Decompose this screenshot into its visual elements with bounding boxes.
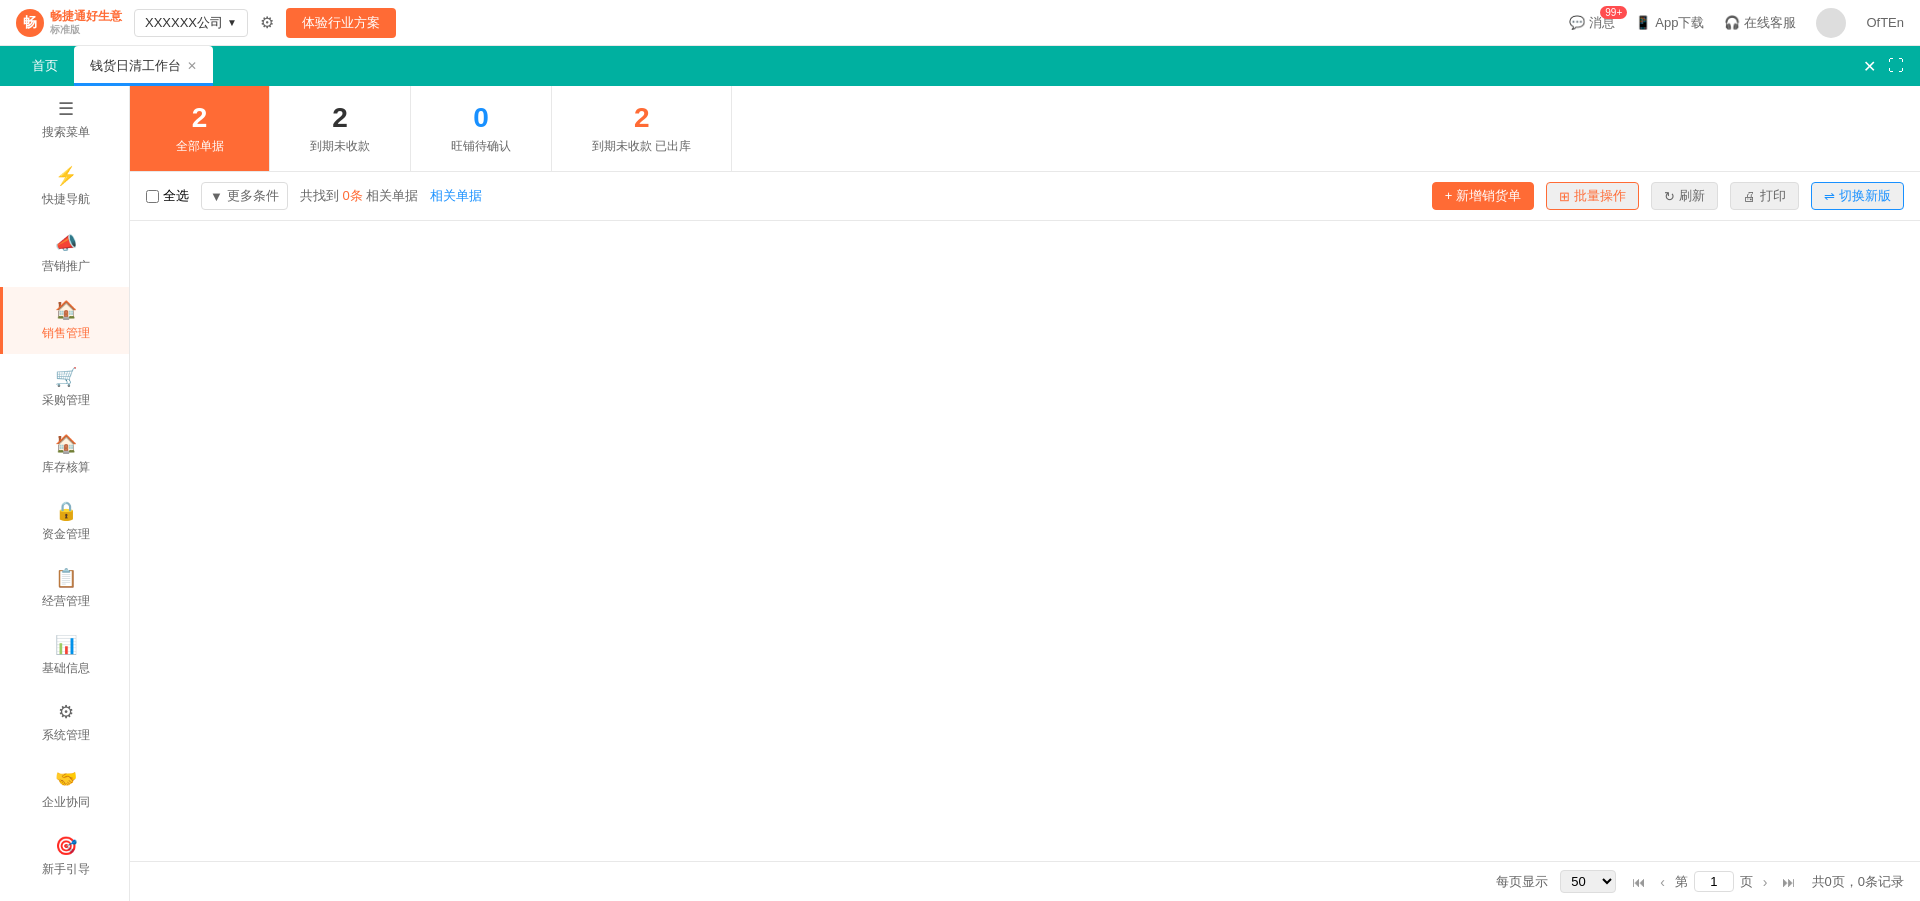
search-menu-icon: ☰ <box>58 98 74 120</box>
stat-count-pending: 0 <box>473 102 489 134</box>
toolbar-left: 全选 ▼ 更多条件 共找到 0条 相关单据 相关单据 <box>146 182 1416 210</box>
sidebar-item-app-center[interactable]: 📦 应用中心 <box>0 890 129 901</box>
refresh-button[interactable]: ↻ 刷新 <box>1651 182 1718 210</box>
avatar[interactable] <box>1816 8 1846 38</box>
found-text: 共找到 0条 相关单据 <box>300 187 418 205</box>
sidebar-item-finance[interactable]: 🔒 资金管理 <box>0 488 129 555</box>
pagination-footer: 每页显示 50 100 200 ⏮ ‹ 第 页 › ⏭ 共0页，0条记录 <box>130 861 1920 901</box>
sidebar-item-quick-nav[interactable]: ⚡ 快捷导航 <box>0 153 129 220</box>
switch-icon: ⇌ <box>1824 189 1835 204</box>
sidebar-item-enterprise[interactable]: 🤝 企业协同 <box>0 756 129 823</box>
chevron-down-icon: ▼ <box>227 17 237 28</box>
next-page-button[interactable]: › <box>1759 872 1772 892</box>
stat-label-pending: 旺铺待确认 <box>451 138 511 155</box>
total-text: 共0页，0条记录 <box>1812 873 1904 891</box>
sidebar-item-marketing[interactable]: 📣 营销推广 <box>0 220 129 287</box>
message-badge: 99+ <box>1600 6 1627 19</box>
found-count: 0条 <box>343 188 363 203</box>
page-input[interactable] <box>1694 871 1734 892</box>
tab-actions: ✕ ⛶ <box>1863 57 1904 76</box>
headset-icon: 🎧 <box>1724 15 1740 30</box>
sidebar-item-system[interactable]: ⚙ 系统管理 <box>0 689 129 756</box>
table-area <box>130 221 1920 861</box>
sidebar-item-basic-info[interactable]: 📊 基础信息 <box>0 622 129 689</box>
print-button[interactable]: 🖨 打印 <box>1730 182 1799 210</box>
batch-icon: ⊞ <box>1559 189 1570 204</box>
enterprise-icon: 🤝 <box>55 768 77 790</box>
username: OfTEn <box>1866 15 1904 30</box>
settings-icon[interactable]: ⚙ <box>260 13 274 32</box>
header-left: 畅 畅捷通好生意 标准版 XXXXXX公司 ▼ ⚙ 体验行业方案 <box>16 8 396 38</box>
select-all-area[interactable]: 全选 <box>146 187 189 205</box>
header-right: 💬 消息 99+ 📱 App下载 🎧 在线客服 OfTEn <box>1569 8 1904 38</box>
last-page-button[interactable]: ⏭ <box>1778 872 1800 892</box>
tab-close-icon[interactable]: ✕ <box>187 59 197 73</box>
toolbar-right: + 新增销货单 ⊞ 批量操作 ↻ 刷新 🖨 打印 ⇌ 切换新版 <box>1432 182 1904 210</box>
page-size-select[interactable]: 50 100 200 <box>1560 870 1616 893</box>
phone-icon: 📱 <box>1635 15 1651 30</box>
filter-icon: ▼ <box>210 189 223 204</box>
tab-progress-indicator <box>74 83 213 86</box>
basic-info-icon: 📊 <box>55 634 77 656</box>
stats-row: 2 全部单据 2 到期未收款 0 旺铺待确认 2 到期未收款 已出库 <box>130 86 1920 172</box>
filter-button[interactable]: ▼ 更多条件 <box>201 182 288 210</box>
content-area: 2 全部单据 2 到期未收款 0 旺铺待确认 2 到期未收款 已出库 全选 <box>130 86 1920 901</box>
message-action[interactable]: 💬 消息 99+ <box>1569 14 1615 32</box>
sidebar-item-purchase[interactable]: 🛒 采购管理 <box>0 354 129 421</box>
stat-label-all: 全部单据 <box>176 138 224 155</box>
switch-new-version-button[interactable]: ⇌ 切换新版 <box>1811 182 1904 210</box>
stat-card-all[interactable]: 2 全部单据 <box>130 86 270 171</box>
prev-page-button[interactable]: ‹ <box>1656 872 1669 892</box>
stat-card-shipped[interactable]: 2 到期未收款 已出库 <box>552 86 732 171</box>
quick-nav-icon: ⚡ <box>55 165 77 187</box>
top-header: 畅 畅捷通好生意 标准版 XXXXXX公司 ▼ ⚙ 体验行业方案 💬 消息 99… <box>0 0 1920 46</box>
tab-bar: 首页 钱货日清工作台 ✕ ✕ ⛶ <box>0 46 1920 86</box>
stat-count-all: 2 <box>192 102 208 134</box>
logo-area: 畅 畅捷通好生意 标准版 <box>16 9 122 37</box>
inventory-icon: 🏠 <box>55 433 77 455</box>
beginner-icon: 🎯 <box>55 835 77 857</box>
tab-home[interactable]: 首页 <box>16 46 74 86</box>
tab-minimize-icon[interactable]: ✕ <box>1863 57 1876 76</box>
app-download-action[interactable]: 📱 App下载 <box>1635 14 1704 32</box>
stat-count-overdue: 2 <box>332 102 348 134</box>
first-page-button[interactable]: ⏮ <box>1628 872 1650 892</box>
main-layout: ☰ 搜索菜单 ⚡ 快捷导航 📣 营销推广 🏠 销售管理 🛒 采购管理 🏠 库存核… <box>0 86 1920 901</box>
sidebar: ☰ 搜索菜单 ⚡ 快捷导航 📣 营销推广 🏠 销售管理 🛒 采购管理 🏠 库存核… <box>0 86 130 901</box>
trial-button[interactable]: 体验行业方案 <box>286 8 396 38</box>
page-nav: ⏮ ‹ 第 页 › ⏭ <box>1628 871 1799 892</box>
sidebar-item-operations[interactable]: 📋 经营管理 <box>0 555 129 622</box>
stat-card-pending[interactable]: 0 旺铺待确认 <box>411 86 552 171</box>
refresh-icon: ↻ <box>1664 189 1675 204</box>
operations-icon: 📋 <box>55 567 77 589</box>
sidebar-item-inventory[interactable]: 🏠 库存核算 <box>0 421 129 488</box>
purchase-icon: 🛒 <box>55 366 77 388</box>
company-selector[interactable]: XXXXXX公司 ▼ <box>134 9 248 37</box>
sidebar-item-sales[interactable]: 🏠 销售管理 <box>0 287 129 354</box>
batch-operation-button[interactable]: ⊞ 批量操作 <box>1546 182 1639 210</box>
select-all-checkbox[interactable] <box>146 190 159 203</box>
sidebar-item-beginner[interactable]: 🎯 新手引导 <box>0 823 129 890</box>
toolbar: 全选 ▼ 更多条件 共找到 0条 相关单据 相关单据 + 新增销货单 ⊞ 批量操… <box>130 172 1920 221</box>
stat-label-overdue: 到期未收款 <box>310 138 370 155</box>
related-bills-link[interactable]: 相关单据 <box>430 187 482 205</box>
online-service-action[interactable]: 🎧 在线客服 <box>1724 14 1796 32</box>
sales-icon: 🏠 <box>55 299 77 321</box>
logo-text: 畅捷通好生意 标准版 <box>50 9 122 35</box>
finance-icon: 🔒 <box>55 500 77 522</box>
stat-label-shipped: 到期未收款 已出库 <box>592 138 691 155</box>
print-icon: 🖨 <box>1743 189 1756 204</box>
marketing-icon: 📣 <box>55 232 77 254</box>
message-icon: 💬 <box>1569 15 1585 30</box>
logo-icon: 畅 <box>16 9 44 37</box>
stat-count-shipped: 2 <box>634 102 650 134</box>
stat-card-overdue[interactable]: 2 到期未收款 <box>270 86 411 171</box>
tab-workbench[interactable]: 钱货日清工作台 ✕ <box>74 46 213 86</box>
tab-expand-icon[interactable]: ⛶ <box>1888 57 1904 76</box>
system-icon: ⚙ <box>58 701 74 723</box>
sidebar-item-search[interactable]: ☰ 搜索菜单 <box>0 86 129 153</box>
add-sales-order-button[interactable]: + 新增销货单 <box>1432 182 1534 210</box>
